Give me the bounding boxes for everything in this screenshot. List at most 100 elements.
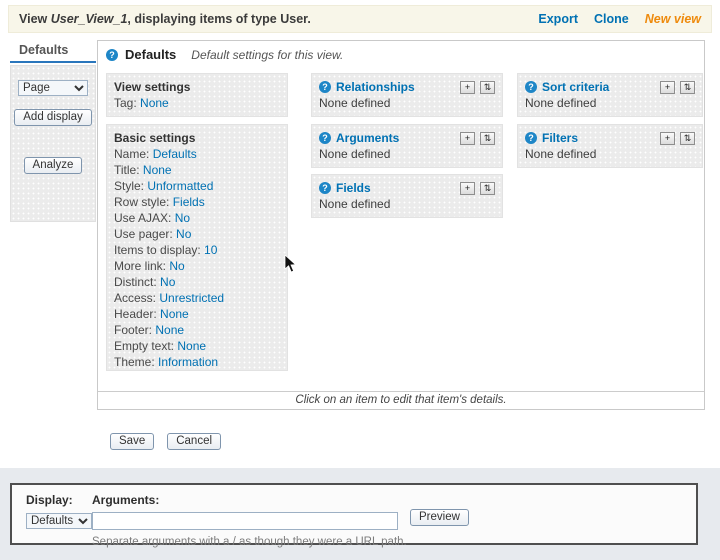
display-settings-panel: ? Defaults Default settings for this vie… (97, 40, 705, 410)
sort-criteria-empty-text: None defined (525, 96, 597, 110)
export-link[interactable]: Export (538, 12, 578, 26)
setting-label: Theme: (114, 355, 155, 369)
preview-panel: Display: Defaults Arguments: Preview Sep… (10, 483, 698, 548)
relationships-head: ? Relationships + ⇅ (319, 79, 495, 95)
setting-label: Tag: (114, 96, 137, 110)
view-title-suffix: , displaying items of type User. (127, 12, 311, 26)
setting-row-theme: Theme: Information (114, 354, 280, 370)
views-ui-screen: View User_View_1, displaying items of ty… (0, 0, 720, 560)
setting-label: Access: (114, 291, 157, 305)
setting-label: Items to display: (114, 243, 201, 257)
filters-head: ? Filters + ⇅ (525, 130, 695, 146)
preview-display-label: Display: (26, 493, 73, 507)
arguments-empty-text: None defined (319, 147, 391, 161)
setting-label: Name: (114, 147, 150, 161)
view-title: View User_View_1, displaying items of ty… (19, 12, 311, 26)
arguments-title-link[interactable]: Arguments (336, 130, 399, 146)
clone-link[interactable]: Clone (594, 12, 629, 26)
new-view-link[interactable]: New view (645, 12, 701, 26)
setting-value-link[interactable]: None (140, 96, 169, 110)
arguments-head: ? Arguments + ⇅ (319, 130, 495, 146)
help-icon[interactable]: ? (525, 132, 537, 144)
add-sort-button[interactable]: + (660, 80, 675, 94)
setting-value-link[interactable]: Unrestricted (159, 291, 224, 305)
add-argument-button[interactable]: + (460, 131, 475, 145)
setting-value-link[interactable]: None (177, 339, 206, 353)
setting-row-row-style: Row style: Fields (114, 194, 280, 210)
setting-value-link[interactable]: None (143, 163, 172, 177)
view-header-bar: View User_View_1, displaying items of ty… (8, 5, 712, 33)
add-filter-button[interactable]: + (660, 131, 675, 145)
view-header-links: Export Clone New view (538, 12, 701, 26)
fields-empty-text: None defined (319, 197, 391, 211)
help-icon[interactable]: ? (319, 132, 331, 144)
rearrange-fields-button[interactable]: ⇅ (480, 181, 495, 195)
setting-row-access: Access: Unrestricted (114, 290, 280, 306)
setting-value-link[interactable]: 10 (204, 243, 217, 257)
basic-settings-title: Basic settings (114, 131, 196, 145)
relationships-box: ? Relationships + ⇅ None defined (311, 73, 503, 117)
rearrange-sorts-button[interactable]: ⇅ (680, 80, 695, 94)
tab-defaults[interactable]: Defaults (10, 40, 96, 63)
fields-title-link[interactable]: Fields (336, 180, 371, 196)
add-field-button[interactable]: + (460, 181, 475, 195)
preview-arguments-label: Arguments: (92, 493, 160, 507)
setting-label: Title: (114, 163, 140, 177)
setting-value-link[interactable]: No (175, 211, 190, 225)
rearrange-relationships-button[interactable]: ⇅ (480, 80, 495, 94)
view-settings-title: View settings (114, 80, 191, 94)
preview-display-select[interactable]: Defaults (26, 513, 92, 529)
panel-footer-note: Click on an item to edit that item's det… (98, 391, 704, 409)
relationships-title-link[interactable]: Relationships (336, 79, 415, 95)
add-display-box: Page Add display Analyze (10, 65, 96, 222)
setting-value-link[interactable]: Information (158, 355, 218, 369)
setting-row-tag: Tag: None (114, 95, 280, 111)
setting-value-link[interactable]: No (160, 275, 175, 289)
setting-value-link[interactable]: None (160, 307, 189, 321)
setting-row-empty-text: Empty text: None (114, 338, 280, 354)
setting-label: Empty text: (114, 339, 175, 353)
setting-value-link[interactable]: None (155, 323, 184, 337)
panel-heading-subtitle: Default settings for this view. (191, 47, 344, 62)
setting-row-style: Style: Unformatted (114, 178, 280, 194)
preview-button[interactable]: Preview (410, 509, 469, 526)
add-relationship-button[interactable]: + (460, 80, 475, 94)
setting-label: Style: (114, 179, 145, 193)
rearrange-filters-button[interactable]: ⇅ (680, 131, 695, 145)
setting-value-link[interactable]: No (176, 227, 191, 241)
preview-arguments-group: Arguments: (92, 493, 398, 530)
setting-value-link[interactable]: Unformatted (147, 179, 213, 193)
fields-box: ? Fields + ⇅ None defined (311, 174, 503, 218)
cancel-button[interactable]: Cancel (167, 433, 222, 450)
display-sidebar: Defaults Page Add display Analyze (10, 40, 96, 222)
add-display-button[interactable]: Add display (14, 109, 92, 126)
help-icon[interactable]: ? (525, 81, 537, 93)
rearrange-arguments-button[interactable]: ⇅ (480, 131, 495, 145)
sort-criteria-head: ? Sort criteria + ⇅ (525, 79, 695, 95)
arguments-box: ? Arguments + ⇅ None defined (311, 124, 503, 168)
setting-row-header: Header: None (114, 306, 280, 322)
panel-heading: ? Defaults Default settings for this vie… (98, 41, 704, 62)
basic-settings-box: Basic settings Name: Defaults Title: Non… (106, 124, 288, 371)
filters-title-link[interactable]: Filters (542, 130, 578, 146)
display-type-select[interactable]: Page (18, 80, 88, 96)
setting-row-items-to-display: Items to display: 10 (114, 242, 280, 258)
view-settings-box: View settings Tag: None (106, 73, 288, 117)
setting-row-use-pager: Use pager: No (114, 226, 280, 242)
help-icon[interactable]: ? (319, 81, 331, 93)
analyze-button[interactable]: Analyze (23, 157, 83, 174)
preview-help-text: Separate arguments with a / as though th… (92, 536, 407, 548)
setting-value-link[interactable]: No (169, 259, 184, 273)
relationships-empty-text: None defined (319, 96, 391, 110)
sort-criteria-title-link[interactable]: Sort criteria (542, 79, 609, 95)
setting-value-link[interactable]: Fields (173, 195, 205, 209)
setting-row-title: Title: None (114, 162, 280, 178)
help-icon[interactable]: ? (106, 48, 118, 61)
preview-arguments-input[interactable] (92, 512, 398, 530)
help-icon[interactable]: ? (319, 182, 331, 194)
setting-value-link[interactable]: Defaults (153, 147, 197, 161)
fields-head: ? Fields + ⇅ (319, 180, 495, 196)
panel-heading-title: Defaults (125, 47, 177, 62)
save-button[interactable]: Save (110, 433, 155, 450)
preview-region: Display: Defaults Arguments: Preview Sep… (0, 468, 720, 560)
